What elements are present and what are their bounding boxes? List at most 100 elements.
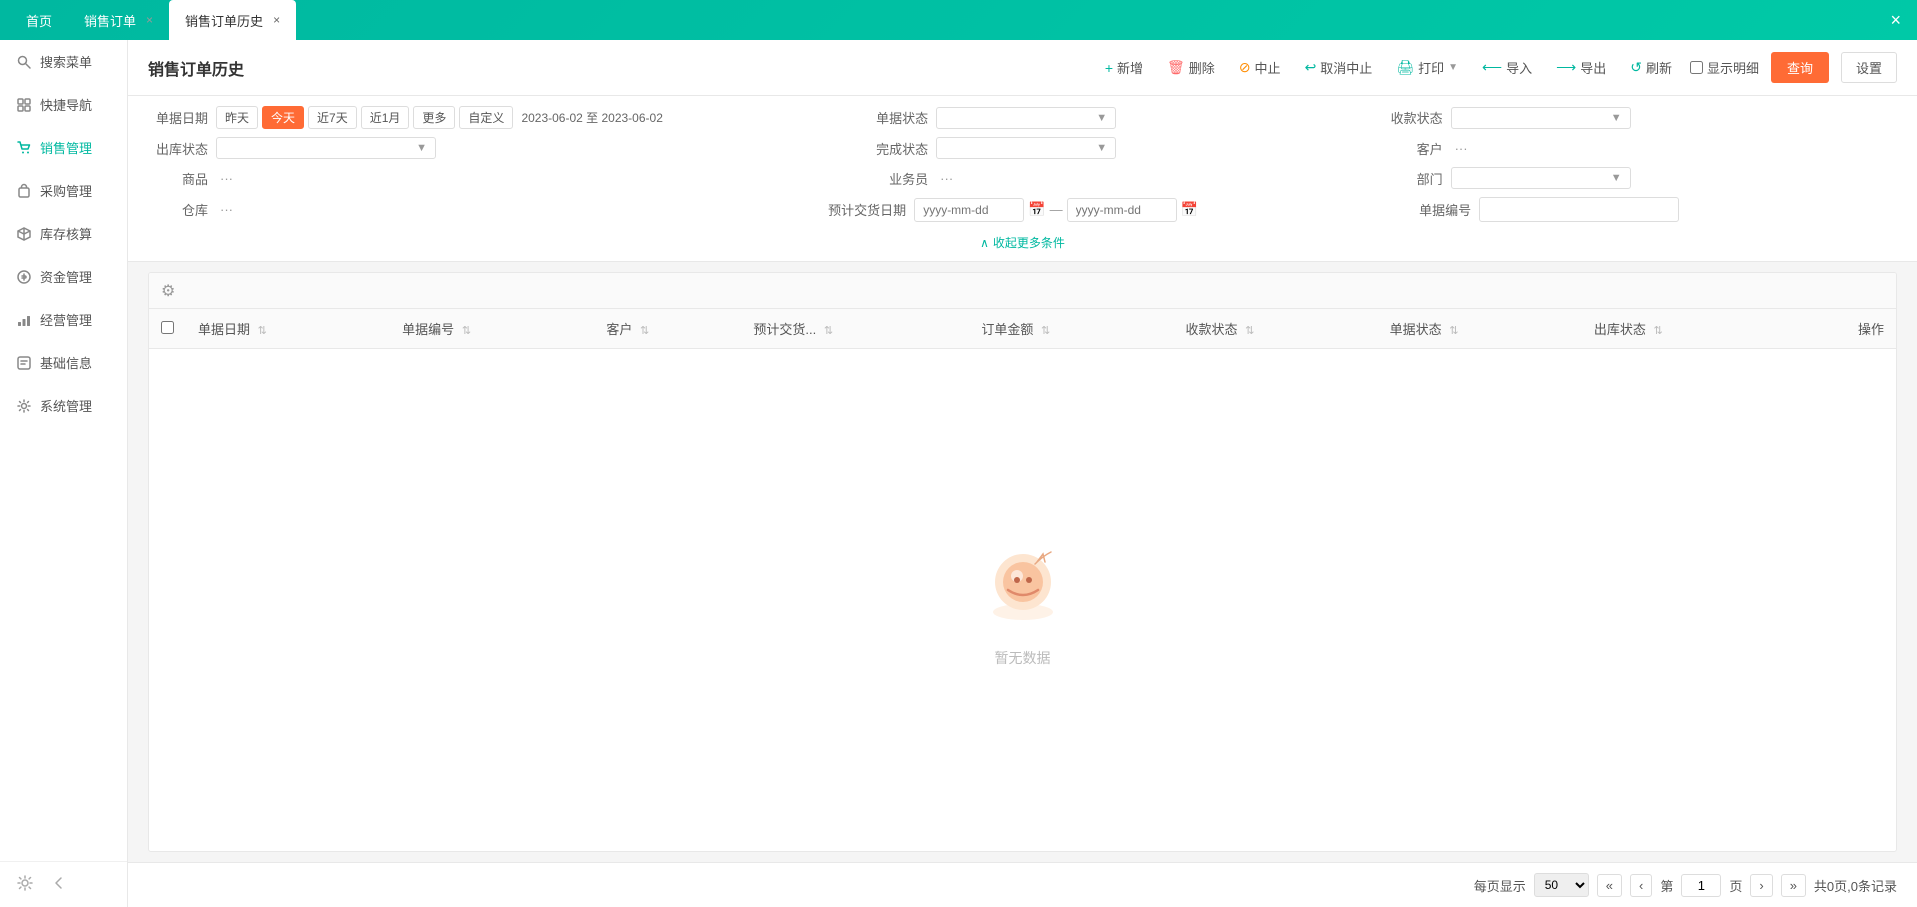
date-btn-7days[interactable]: 近7天: [308, 106, 357, 129]
filter-row-4: 仓库 ··· 预计交货日期 📅 — 📅: [148, 197, 1897, 222]
table-settings-icon[interactable]: ⚙: [161, 281, 175, 301]
th-doc-status-label: 单据状态: [1390, 322, 1442, 337]
collapse-text: 收起更多条件: [993, 234, 1065, 251]
product-control: ···: [216, 171, 868, 186]
refresh-button[interactable]: ↺ 刷新: [1624, 54, 1678, 81]
sort-doc-no-icon: ⇅: [462, 325, 471, 337]
sort-customer-icon: ⇅: [640, 325, 649, 337]
empty-illustration: [973, 532, 1073, 632]
th-operation: 操作: [1786, 309, 1896, 349]
select-all-checkbox[interactable]: [161, 321, 174, 334]
page-size-select[interactable]: 50 10 20 100: [1534, 873, 1589, 897]
calendar-from-icon[interactable]: 📅: [1028, 201, 1045, 218]
sidebar-item-purchase-mgmt-label: 采购管理: [40, 181, 92, 200]
department-label: 部门: [1383, 169, 1443, 188]
page-header: 销售订单历史 + 新增 🗑 删除 ⊘ 中止 ↩ 取消中止: [128, 40, 1917, 96]
sidebar: 搜索菜单 快捷导航 销售管理 采购管理 库存核算: [0, 40, 128, 907]
window-close-button[interactable]: ×: [1884, 10, 1907, 31]
doc-no-input[interactable]: [1479, 197, 1679, 222]
th-doc-date[interactable]: 单据日期 ⇅: [186, 309, 390, 349]
add-button[interactable]: + 新增: [1099, 54, 1149, 81]
sort-outbound-status-icon: ⇅: [1653, 325, 1662, 337]
sidebar-item-purchase-mgmt[interactable]: 采购管理: [0, 169, 127, 212]
sort-doc-date-icon: ⇅: [258, 325, 267, 337]
filter-row-2: 出库状态 ▼ 完成状态 ▼: [148, 137, 1897, 159]
sidebar-item-sys-mgmt[interactable]: 系统管理: [0, 384, 127, 427]
collapse-bar[interactable]: ∧ 收起更多条件: [148, 230, 1897, 251]
cancel-stop-button[interactable]: ↩ 取消中止: [1299, 54, 1379, 81]
complete-status-select[interactable]: ▼: [936, 137, 1116, 159]
date-btn-custom[interactable]: 自定义: [459, 106, 513, 129]
th-customer[interactable]: 客户 ⇅: [594, 309, 741, 349]
warehouse-more-btn[interactable]: ···: [220, 202, 233, 217]
refresh-label: 刷新: [1646, 58, 1672, 77]
current-page-input[interactable]: [1681, 874, 1721, 897]
page-size-label: 每页显示: [1474, 876, 1526, 895]
display-toggle[interactable]: 显示明细: [1690, 58, 1759, 77]
date-btn-1month[interactable]: 近1月: [361, 106, 410, 129]
department-select[interactable]: ▼: [1451, 167, 1631, 189]
filter-product: 商品 ···: [148, 169, 868, 188]
salesperson-more-btn[interactable]: ···: [940, 171, 953, 186]
sidebar-item-search-menu[interactable]: 搜索菜单: [0, 40, 127, 83]
th-doc-status[interactable]: 单据状态 ⇅: [1378, 309, 1582, 349]
sidebar-item-inventory-check[interactable]: 库存核算: [0, 212, 127, 255]
date-btn-today[interactable]: 今天: [262, 106, 304, 129]
tab-sales-order-history[interactable]: 销售订单历史 ×: [169, 0, 296, 40]
tab-sales-order-history-close[interactable]: ×: [273, 13, 280, 27]
sort-delivery-date-icon: ⇅: [824, 325, 833, 337]
print-icon: 🖨: [1396, 59, 1414, 76]
calendar-to-icon[interactable]: 📅: [1181, 201, 1198, 218]
product-more-btn[interactable]: ···: [220, 171, 233, 186]
tab-sales-order[interactable]: 销售订单 ×: [68, 0, 169, 40]
prev-page-btn[interactable]: ‹: [1630, 874, 1652, 897]
sidebar-item-fund-mgmt[interactable]: 资金管理: [0, 255, 127, 298]
delivery-date-to[interactable]: [1067, 198, 1177, 222]
th-delivery-date[interactable]: 预计交货... ⇅: [741, 309, 969, 349]
print-label: 打印: [1418, 58, 1444, 77]
delivery-date-from[interactable]: [914, 198, 1024, 222]
filter-complete-status: 完成状态 ▼: [868, 137, 1382, 159]
th-doc-no-label: 单据编号: [402, 322, 454, 337]
first-page-btn[interactable]: «: [1597, 874, 1622, 897]
next-page-btn[interactable]: ›: [1750, 874, 1772, 897]
date-btn-more[interactable]: 更多: [413, 106, 455, 129]
filter-customer: 客户 ···: [1383, 139, 1897, 158]
delete-button[interactable]: 🗑 删除: [1161, 54, 1221, 81]
sidebar-item-quick-nav[interactable]: 快捷导航: [0, 83, 127, 126]
sidebar-gear-icon[interactable]: [16, 874, 34, 895]
export-button[interactable]: ⟶ 导出: [1550, 54, 1612, 81]
stop-button[interactable]: ⊘ 中止: [1233, 54, 1287, 81]
grid-icon: [16, 97, 32, 113]
top-bar-right: ×: [1884, 10, 1907, 31]
receipt-status-select[interactable]: ▼: [1451, 107, 1631, 129]
import-button[interactable]: ⟵ 导入: [1476, 54, 1538, 81]
filter-row-3: 商品 ··· 业务员 ··· 部门 ▼: [148, 167, 1897, 189]
warehouse-control: ···: [216, 202, 828, 217]
th-outbound-status[interactable]: 出库状态 ⇅: [1582, 309, 1786, 349]
query-button[interactable]: 查询: [1771, 52, 1829, 83]
sort-doc-status-icon: ⇅: [1449, 325, 1458, 337]
sidebar-item-basic-info[interactable]: 基础信息: [0, 341, 127, 384]
customer-more-btn[interactable]: ···: [1455, 141, 1468, 156]
th-order-amount[interactable]: 订单金额 ⇅: [969, 309, 1173, 349]
outbound-status-label: 出库状态: [148, 139, 208, 158]
doc-no-label: 单据编号: [1411, 200, 1471, 219]
tab-sales-order-close[interactable]: ×: [146, 13, 153, 27]
sidebar-item-sales-mgmt[interactable]: 销售管理: [0, 126, 127, 169]
outbound-status-select[interactable]: ▼: [216, 137, 436, 159]
sidebar-item-basic-info-label: 基础信息: [40, 353, 92, 372]
department-arrow: ▼: [1611, 172, 1622, 184]
doc-status-select[interactable]: ▼: [936, 107, 1116, 129]
tab-home[interactable]: 首页: [10, 0, 68, 40]
receipt-status-label: 收款状态: [1383, 108, 1443, 127]
sidebar-item-ops-mgmt[interactable]: 经营管理: [0, 298, 127, 341]
print-button[interactable]: 🖨 打印 ▼: [1390, 54, 1464, 81]
date-btn-yesterday[interactable]: 昨天: [216, 106, 258, 129]
last-page-btn[interactable]: »: [1781, 874, 1806, 897]
th-receipt-status[interactable]: 收款状态 ⇅: [1173, 309, 1377, 349]
th-doc-no[interactable]: 单据编号 ⇅: [390, 309, 594, 349]
display-checkbox[interactable]: [1690, 61, 1703, 74]
sidebar-arrow-icon[interactable]: [50, 874, 68, 895]
settings-button[interactable]: 设置: [1841, 52, 1897, 83]
